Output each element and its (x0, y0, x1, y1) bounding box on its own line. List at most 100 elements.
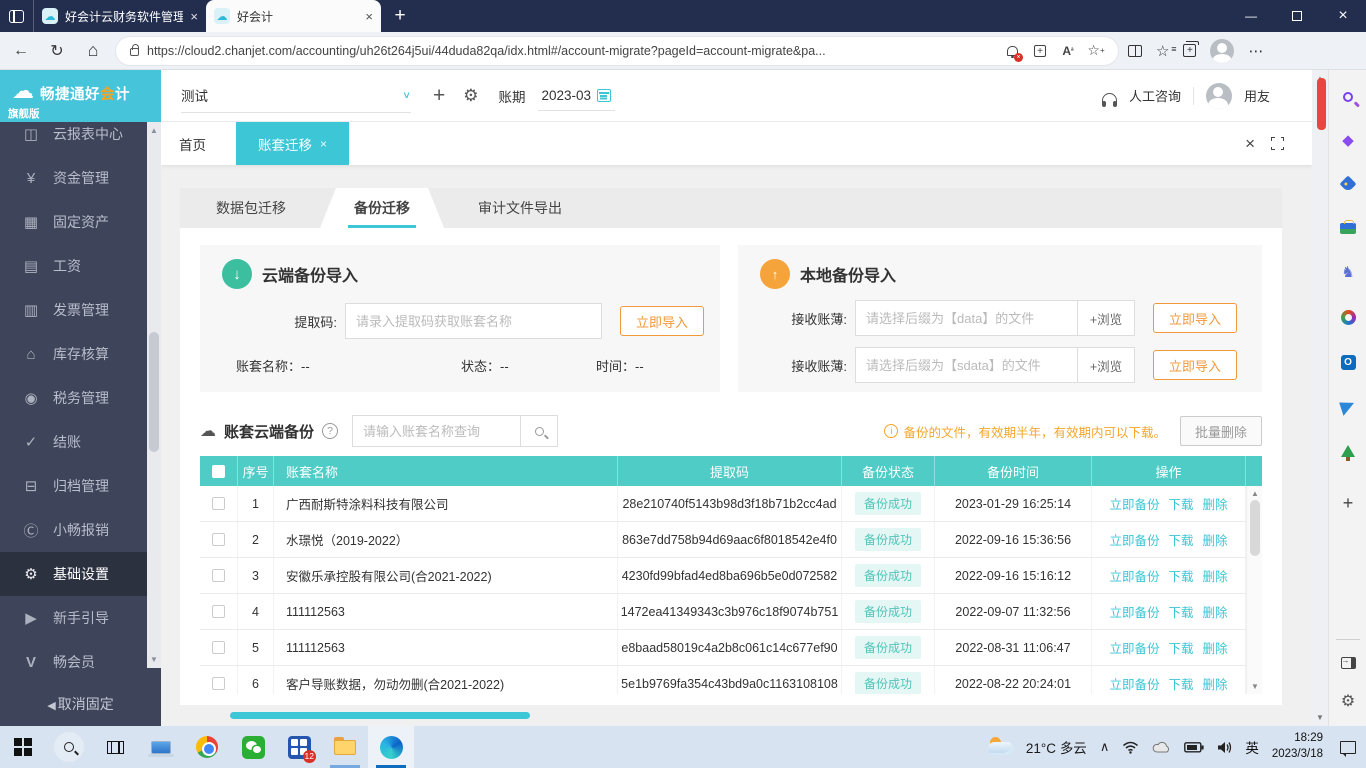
download-link[interactable]: 下载 (1168, 674, 1193, 693)
company-selector[interactable]: 测试 ∨ (181, 79, 411, 113)
sidebar-item-member[interactable]: 畅会员 (0, 640, 146, 684)
action-center-icon[interactable] (1340, 740, 1356, 757)
backup-now-link[interactable]: 立即备份 (1109, 494, 1159, 513)
row-checkbox[interactable] (212, 677, 225, 690)
batch-delete-button[interactable]: 批量删除 (1180, 416, 1262, 446)
extraction-code-input[interactable] (345, 303, 602, 339)
browse-data-button[interactable]: +浏览 (1077, 300, 1135, 336)
page-scrollbar[interactable]: ▲ ▼ (1312, 70, 1328, 726)
table-scrollbar[interactable]: ▲ ▼ (1246, 486, 1262, 694)
download-link[interactable]: 下载 (1168, 638, 1193, 657)
file-explorer-app[interactable] (322, 726, 368, 768)
delete-link[interactable]: 删除 (1203, 566, 1228, 585)
backup-now-link[interactable]: 立即备份 (1109, 566, 1159, 585)
games-icon[interactable]: ♞ (1329, 257, 1366, 287)
cloud-import-button[interactable]: 立即导入 (620, 306, 704, 336)
tab-audit-export[interactable]: 审计文件导出 (444, 188, 596, 228)
close-window-button[interactable]: × (1320, 0, 1366, 32)
support-link[interactable]: 人工咨询 (1129, 86, 1181, 105)
backup-now-link[interactable]: 立即备份 (1109, 602, 1159, 621)
delete-link[interactable]: 删除 (1203, 674, 1228, 693)
delete-link[interactable]: 删除 (1203, 638, 1228, 657)
download-link[interactable]: 下载 (1168, 494, 1193, 513)
sdata-file-input[interactable] (855, 347, 1077, 383)
sidebar-search-icon[interactable] (1329, 82, 1366, 112)
drop-icon[interactable] (1329, 392, 1366, 422)
task-view-button[interactable] (92, 726, 138, 768)
split-screen-icon[interactable] (1128, 44, 1142, 57)
notifications-blocked-icon[interactable]: × (1000, 39, 1024, 63)
backup-search-input[interactable] (352, 415, 521, 447)
collections-icon[interactable]: + (1183, 41, 1200, 57)
download-link[interactable]: 下载 (1168, 566, 1193, 585)
sidebar-scrollbar[interactable]: ▲ ▼ (147, 122, 161, 668)
scroll-down-icon[interactable]: ▼ (147, 655, 161, 664)
horizontal-scrollbar-thumb[interactable] (230, 712, 530, 719)
tab-backup-migrate[interactable]: 备份迁移 (320, 188, 444, 228)
tab-account-migrate[interactable]: 账套迁移 × (236, 122, 350, 165)
row-checkbox[interactable] (212, 533, 225, 546)
add-favorite-icon[interactable]: ☆ + (1084, 39, 1108, 63)
fullscreen-icon[interactable] (1270, 136, 1285, 151)
sidebar-settings-icon[interactable]: ⚙ (1329, 686, 1366, 716)
speaker-icon[interactable] (1217, 741, 1232, 754)
search-button[interactable] (520, 415, 559, 447)
tab-data-package-migrate[interactable]: 数据包迁移 (182, 188, 320, 228)
browse-sdata-button[interactable]: +浏览 (1077, 347, 1135, 383)
battery-icon[interactable] (1184, 741, 1204, 753)
shopping-icon[interactable] (1329, 169, 1366, 199)
tab-home[interactable]: 首页 (161, 122, 224, 165)
select-all-checkbox[interactable] (212, 464, 225, 478)
tools-icon[interactable] (1329, 213, 1366, 243)
page-scrollbar-thumb[interactable] (1317, 78, 1326, 130)
backup-now-link[interactable]: 立即备份 (1109, 530, 1159, 549)
weather-widget[interactable]: 21°C 多云 (987, 737, 1087, 757)
scrollbar-thumb[interactable] (149, 332, 159, 452)
delete-link[interactable]: 删除 (1203, 602, 1228, 621)
scroll-down-icon[interactable]: ▼ (1312, 713, 1328, 722)
tree-planting-icon[interactable] (1329, 436, 1366, 466)
row-checkbox[interactable] (212, 605, 225, 618)
browser-tab-active[interactable]: ☁ 好会计 × (206, 0, 381, 32)
sidebar-toggle-icon[interactable] (1329, 648, 1366, 678)
taskbar-clock[interactable]: 18:29 2023/3/18 (1272, 731, 1323, 762)
browser-profile-avatar[interactable] (1210, 38, 1235, 63)
period-selector[interactable]: 2023-03 (537, 81, 616, 111)
home-button[interactable]: ⌂ (78, 36, 108, 66)
remote-desktop-app[interactable] (138, 726, 184, 768)
row-checkbox[interactable] (212, 641, 225, 654)
unpin-sidebar-button[interactable]: ◀ 取消固定 (0, 694, 161, 714)
minimize-button[interactable]: — (1228, 0, 1274, 32)
edge-app[interactable] (368, 726, 414, 768)
back-button[interactable]: ← (6, 36, 36, 66)
show-hidden-icons[interactable]: ∧ (1100, 739, 1110, 755)
chrome-app[interactable] (184, 726, 230, 768)
input-language-indicator[interactable]: 英 (1245, 737, 1259, 757)
row-checkbox[interactable] (212, 569, 225, 582)
local-import-sdata-button[interactable]: 立即导入 (1153, 350, 1237, 380)
new-tab-button[interactable]: + (385, 1, 415, 31)
app-with-badge[interactable]: 12 (276, 726, 322, 768)
scroll-down-icon[interactable]: ▼ (1247, 682, 1263, 691)
close-tab-icon[interactable]: × (320, 137, 327, 151)
delete-link[interactable]: 删除 (1203, 530, 1228, 549)
sidebar-item-funds[interactable]: 资金管理 (0, 156, 146, 200)
help-icon[interactable]: ? (322, 423, 339, 439)
screenshot-tool-icon[interactable]: + (1028, 39, 1052, 63)
user-avatar[interactable] (1205, 82, 1232, 109)
wifi-icon[interactable] (1122, 741, 1139, 754)
read-aloud-icon[interactable]: Aᵃ (1056, 39, 1080, 63)
microsoft-365-icon[interactable] (1329, 302, 1366, 332)
add-sidebar-app-icon[interactable]: + (1329, 488, 1366, 518)
backup-now-link[interactable]: 立即备份 (1109, 638, 1159, 657)
tab-actions-menu-button[interactable] (0, 0, 34, 32)
maximize-button[interactable] (1274, 0, 1320, 32)
browser-tab-inactive[interactable]: ☁ 好会计云财务软件管理系统_会计 × (34, 0, 206, 32)
sidebar-item-salary[interactable]: 工资 (0, 244, 146, 288)
data-file-input[interactable] (855, 300, 1077, 336)
onedrive-cloud-icon[interactable] (1152, 741, 1171, 753)
tab-close-icon[interactable]: × (365, 9, 373, 24)
row-checkbox[interactable] (212, 497, 225, 510)
sidebar-item-closing[interactable]: 结账 (0, 420, 146, 464)
backup-now-link[interactable]: 立即备份 (1109, 674, 1159, 693)
